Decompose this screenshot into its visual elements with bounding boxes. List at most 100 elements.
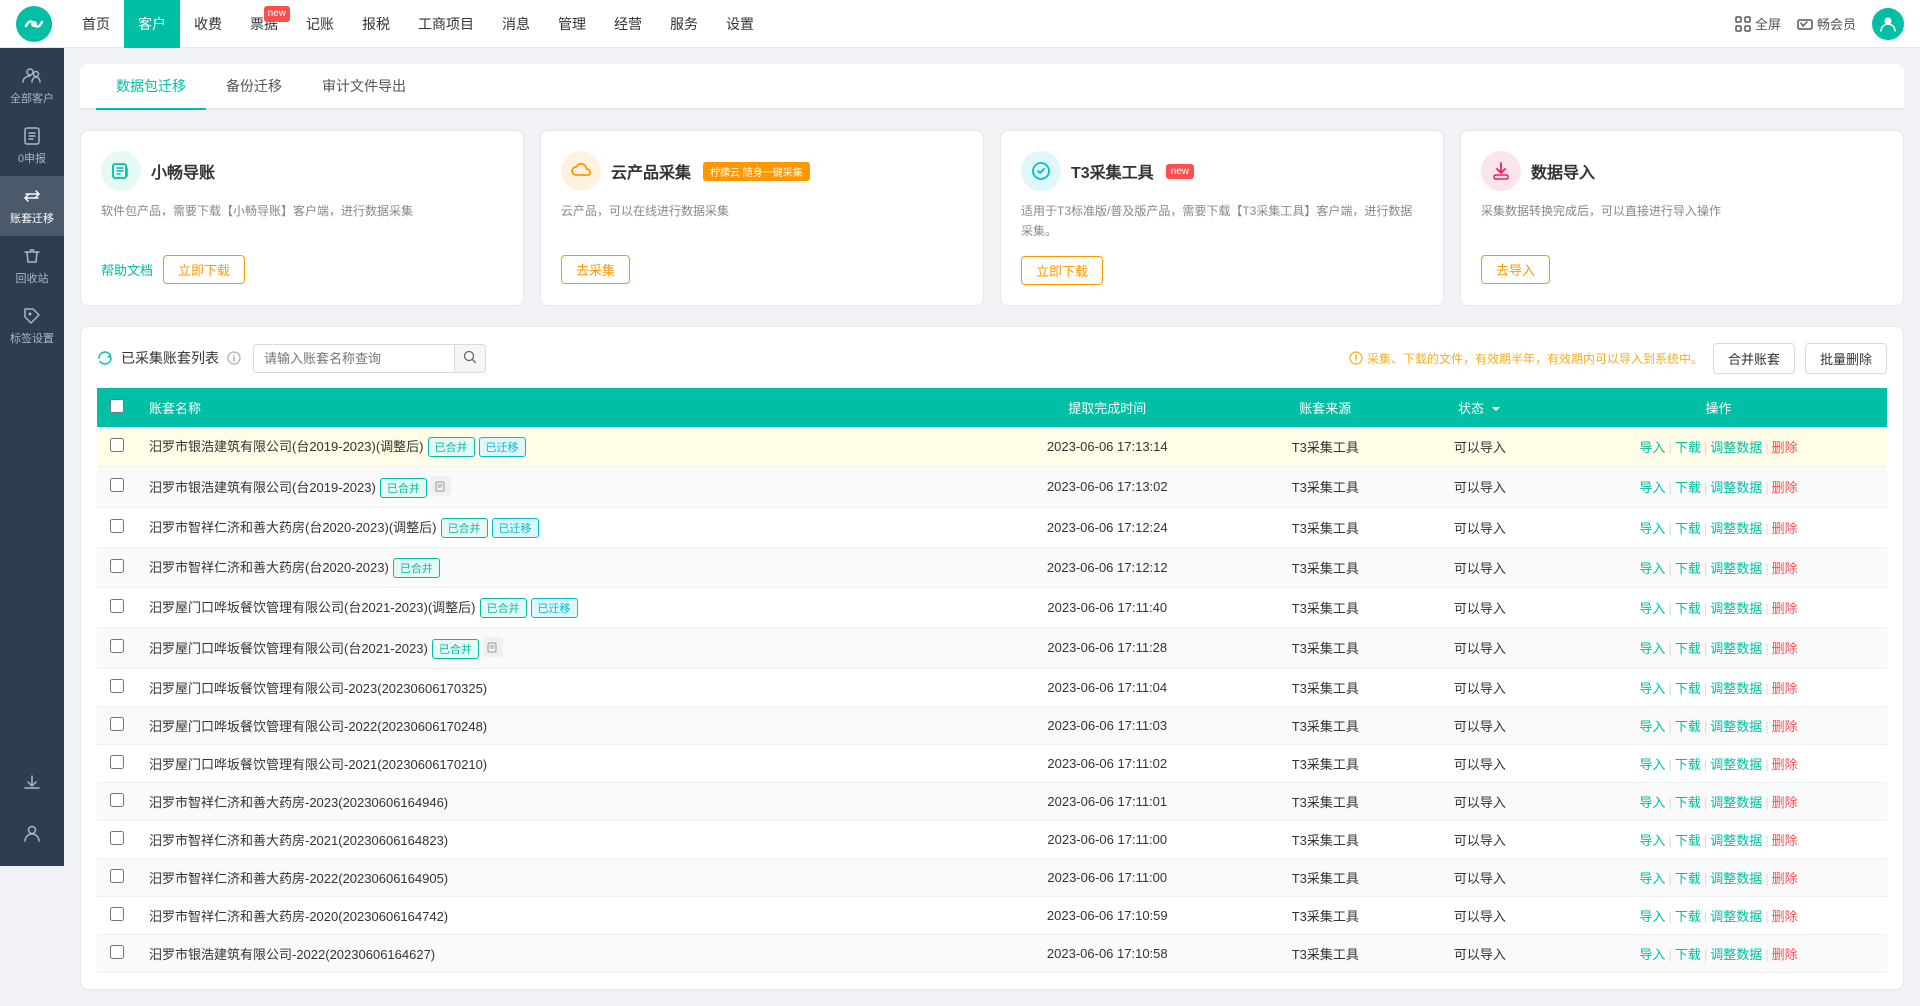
row-checkbox[interactable] xyxy=(110,519,124,533)
action-调整数据[interactable]: 调整数据 xyxy=(1710,795,1762,810)
action-调整数据[interactable]: 调整数据 xyxy=(1710,909,1762,924)
action-删除[interactable]: 删除 xyxy=(1772,681,1798,696)
action-调整数据[interactable]: 调整数据 xyxy=(1710,561,1762,576)
action-导入[interactable]: 导入 xyxy=(1639,601,1665,616)
collect-btn-yunproduct[interactable]: 去采集 xyxy=(561,255,630,284)
action-导入[interactable]: 导入 xyxy=(1639,480,1665,495)
download-btn-xiaochangdaozhang[interactable]: 立即下载 xyxy=(163,255,245,284)
action-导入[interactable]: 导入 xyxy=(1639,795,1665,810)
action-导入[interactable]: 导入 xyxy=(1639,681,1665,696)
row-checkbox[interactable] xyxy=(110,478,124,492)
nav-item-operation[interactable]: 经营 xyxy=(600,0,656,48)
action-导入[interactable]: 导入 xyxy=(1639,833,1665,848)
action-删除[interactable]: 删除 xyxy=(1772,947,1798,962)
action-删除[interactable]: 删除 xyxy=(1772,795,1798,810)
list-title-help[interactable] xyxy=(227,351,241,365)
search-btn[interactable] xyxy=(454,345,485,372)
action-调整数据[interactable]: 调整数据 xyxy=(1710,947,1762,962)
action-下载[interactable]: 下载 xyxy=(1675,480,1701,495)
action-下载[interactable]: 下载 xyxy=(1675,601,1701,616)
action-导入[interactable]: 导入 xyxy=(1639,871,1665,886)
row-checkbox[interactable] xyxy=(110,438,124,452)
action-调整数据[interactable]: 调整数据 xyxy=(1710,440,1762,455)
nav-item-home[interactable]: 首页 xyxy=(68,0,124,48)
sidebar-item-all-customers[interactable]: 全部客户 xyxy=(0,56,64,116)
sidebar-download[interactable] xyxy=(0,758,64,808)
sidebar-user[interactable] xyxy=(0,808,64,858)
download-btn-t3tool[interactable]: 立即下载 xyxy=(1021,256,1103,285)
logo[interactable] xyxy=(16,6,52,42)
row-checkbox[interactable] xyxy=(110,559,124,573)
action-删除[interactable]: 删除 xyxy=(1772,521,1798,536)
action-调整数据[interactable]: 调整数据 xyxy=(1710,480,1762,495)
nav-item-tax[interactable]: 报税 xyxy=(348,0,404,48)
action-导入[interactable]: 导入 xyxy=(1639,719,1665,734)
action-删除[interactable]: 删除 xyxy=(1772,601,1798,616)
row-checkbox[interactable] xyxy=(110,679,124,693)
action-下载[interactable]: 下载 xyxy=(1675,440,1701,455)
action-导入[interactable]: 导入 xyxy=(1639,641,1665,656)
nav-item-service[interactable]: 服务 xyxy=(656,0,712,48)
row-checkbox[interactable] xyxy=(110,869,124,883)
sidebar-item-tags[interactable]: 标签设置 xyxy=(0,296,64,356)
action-调整数据[interactable]: 调整数据 xyxy=(1710,833,1762,848)
action-导入[interactable]: 导入 xyxy=(1639,440,1665,455)
row-checkbox[interactable] xyxy=(110,945,124,959)
action-下载[interactable]: 下载 xyxy=(1675,757,1701,772)
action-调整数据[interactable]: 调整数据 xyxy=(1710,871,1762,886)
action-下载[interactable]: 下载 xyxy=(1675,681,1701,696)
action-下载[interactable]: 下载 xyxy=(1675,795,1701,810)
batch-delete-btn[interactable]: 批量删除 xyxy=(1805,343,1887,374)
nav-item-customer[interactable]: 客户 xyxy=(124,0,180,48)
action-下载[interactable]: 下载 xyxy=(1675,641,1701,656)
action-删除[interactable]: 删除 xyxy=(1772,833,1798,848)
action-删除[interactable]: 删除 xyxy=(1772,719,1798,734)
import-btn-dataimport[interactable]: 去导入 xyxy=(1481,255,1550,284)
action-调整数据[interactable]: 调整数据 xyxy=(1710,601,1762,616)
action-下载[interactable]: 下载 xyxy=(1675,521,1701,536)
action-下载[interactable]: 下载 xyxy=(1675,833,1701,848)
action-下载[interactable]: 下载 xyxy=(1675,561,1701,576)
nav-item-settings[interactable]: 设置 xyxy=(712,0,768,48)
row-checkbox[interactable] xyxy=(110,755,124,769)
merge-accounts-btn[interactable]: 合并账套 xyxy=(1713,343,1795,374)
nav-item-message[interactable]: 消息 xyxy=(488,0,544,48)
action-导入[interactable]: 导入 xyxy=(1639,757,1665,772)
row-checkbox[interactable] xyxy=(110,639,124,653)
action-导入[interactable]: 导入 xyxy=(1639,561,1665,576)
sidebar-item-account-transfer[interactable]: 账套迁移 xyxy=(0,176,64,236)
action-删除[interactable]: 删除 xyxy=(1772,871,1798,886)
action-删除[interactable]: 删除 xyxy=(1772,480,1798,495)
action-导入[interactable]: 导入 xyxy=(1639,947,1665,962)
action-调整数据[interactable]: 调整数据 xyxy=(1710,641,1762,656)
row-checkbox[interactable] xyxy=(110,831,124,845)
action-导入[interactable]: 导入 xyxy=(1639,909,1665,924)
row-checkbox[interactable] xyxy=(110,717,124,731)
select-all-checkbox[interactable] xyxy=(110,399,124,413)
nav-item-manage[interactable]: 管理 xyxy=(544,0,600,48)
action-下载[interactable]: 下载 xyxy=(1675,909,1701,924)
action-下载[interactable]: 下载 xyxy=(1675,947,1701,962)
row-checkbox[interactable] xyxy=(110,907,124,921)
tab-audit-export[interactable]: 审计文件导出 xyxy=(302,64,426,110)
action-下载[interactable]: 下载 xyxy=(1675,719,1701,734)
action-删除[interactable]: 删除 xyxy=(1772,641,1798,656)
fullscreen-btn[interactable]: 全屏 xyxy=(1735,14,1781,33)
action-删除[interactable]: 删除 xyxy=(1772,909,1798,924)
row-checkbox[interactable] xyxy=(110,599,124,613)
sidebar-item-zero-report[interactable]: 0申报 xyxy=(0,116,64,176)
action-调整数据[interactable]: 调整数据 xyxy=(1710,521,1762,536)
action-调整数据[interactable]: 调整数据 xyxy=(1710,681,1762,696)
nav-item-business[interactable]: 工商项目 xyxy=(404,0,488,48)
tab-backup-migration[interactable]: 备份迁移 xyxy=(206,64,302,110)
search-input[interactable] xyxy=(254,346,454,371)
sidebar-item-recycle[interactable]: 回收站 xyxy=(0,236,64,296)
avatar[interactable] xyxy=(1872,8,1904,40)
action-调整数据[interactable]: 调整数据 xyxy=(1710,719,1762,734)
row-checkbox[interactable] xyxy=(110,793,124,807)
nav-item-bookkeep[interactable]: 记账 xyxy=(292,0,348,48)
nav-item-fee[interactable]: 收费 xyxy=(180,0,236,48)
vip-btn[interactable]: 畅会员 xyxy=(1797,14,1856,33)
action-删除[interactable]: 删除 xyxy=(1772,757,1798,772)
refresh-icon[interactable] xyxy=(97,350,113,366)
